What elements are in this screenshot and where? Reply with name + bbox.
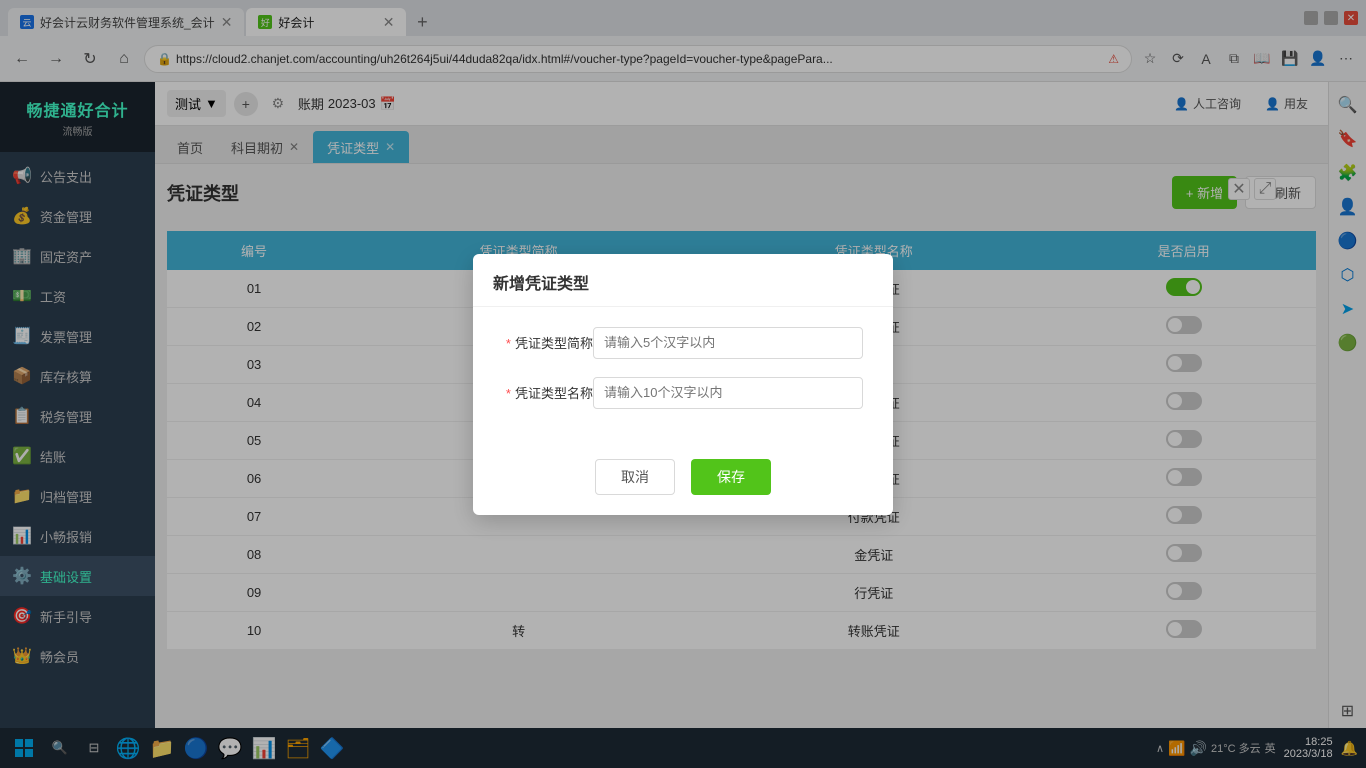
form-row-abbr: 凭证类型简称 bbox=[503, 327, 863, 359]
modal-dialog: 新增凭证类型 凭证类型简称 凭证类型名称 取消 保存 bbox=[473, 254, 893, 515]
name-label: 凭证类型名称 bbox=[503, 383, 593, 402]
modal-title: 新增凭证类型 bbox=[473, 254, 893, 307]
form-row-name: 凭证类型名称 bbox=[503, 377, 863, 409]
save-button[interactable]: 保存 bbox=[691, 459, 771, 495]
name-input[interactable] bbox=[593, 377, 863, 409]
cancel-button[interactable]: 取消 bbox=[595, 459, 675, 495]
abbr-input[interactable] bbox=[593, 327, 863, 359]
modal-overlay: 新增凭证类型 凭证类型简称 凭证类型名称 取消 保存 bbox=[0, 0, 1366, 768]
modal-footer: 取消 保存 bbox=[473, 447, 893, 515]
modal-body: 凭证类型简称 凭证类型名称 bbox=[473, 307, 893, 447]
abbr-label: 凭证类型简称 bbox=[503, 333, 593, 352]
